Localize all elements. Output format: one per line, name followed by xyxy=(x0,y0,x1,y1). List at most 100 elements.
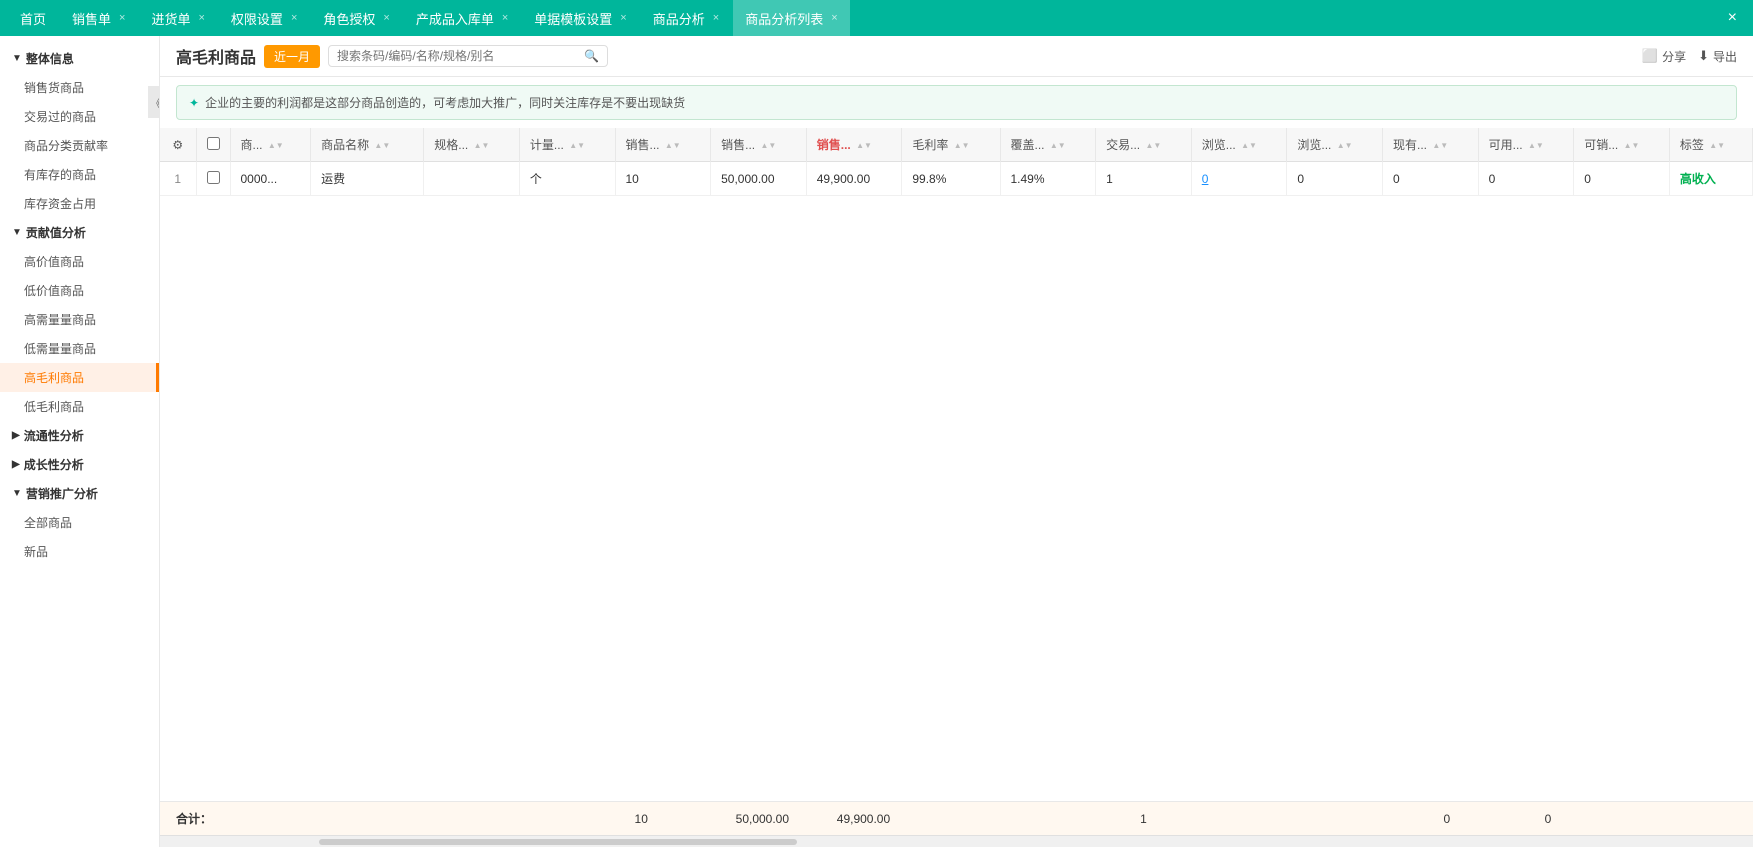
sort-sales-qty-icon[interactable]: ▲▼ xyxy=(665,141,681,150)
sidebar-section-flow[interactable]: ▶ 流通性分析 xyxy=(0,421,159,450)
arrow-overall: ▼ xyxy=(12,53,22,64)
cell-margin-rate: 99.8% xyxy=(902,162,1000,196)
footer-spacer4 xyxy=(523,812,624,826)
cell-saleable: 0 xyxy=(1574,162,1670,196)
close-sales-order[interactable]: × xyxy=(119,12,125,24)
sidebar-section-profit[interactable]: ▼ 贡献值分析 xyxy=(0,218,159,247)
sidebar-item-new-goods[interactable]: 新品 xyxy=(0,537,159,566)
cell-available: 0 xyxy=(1478,162,1574,196)
scrollbar-thumb[interactable] xyxy=(319,839,797,845)
sort-trade-icon[interactable]: ▲▼ xyxy=(1145,141,1161,150)
col-unit[interactable]: 计量... ▲▼ xyxy=(519,128,615,162)
sort-spec-icon[interactable]: ▲▼ xyxy=(474,141,490,150)
close-role-auth[interactable]: × xyxy=(383,12,389,24)
col-code[interactable]: 商... ▲▼ xyxy=(230,128,311,162)
info-icon: ✦ xyxy=(189,96,199,110)
export-button[interactable]: ⬇ 导出 xyxy=(1698,48,1737,65)
sidebar-collapse-btn[interactable]: 《 xyxy=(148,86,160,118)
nav-role-auth[interactable]: 角色授权 × xyxy=(311,0,401,36)
sidebar-item-goods-contribution[interactable]: 商品分类贡献率 xyxy=(0,131,159,160)
close-finished-goods[interactable]: × xyxy=(502,12,508,24)
share-button[interactable]: ⬜ 分享 xyxy=(1642,48,1686,65)
col-saleable[interactable]: 可销... ▲▼ xyxy=(1574,128,1670,162)
col-current-stock[interactable]: 现有... ▲▼ xyxy=(1383,128,1479,162)
col-name[interactable]: 商品名称 ▲▼ xyxy=(311,128,424,162)
cell-sales-profit: 49,900.00 xyxy=(806,162,902,196)
col-browse2[interactable]: 浏览... ▲▼ xyxy=(1287,128,1383,162)
col-trade[interactable]: 交易... ▲▼ xyxy=(1096,128,1192,162)
nav-sales-order[interactable]: 销售单 × xyxy=(60,0,137,36)
close-permission-settings[interactable]: × xyxy=(291,12,297,24)
sidebar-item-low-margin[interactable]: 低毛利商品 xyxy=(0,392,159,421)
period-button[interactable]: 近一月 xyxy=(264,45,320,68)
sidebar-item-sales-goods[interactable]: 销售货商品 xyxy=(0,73,159,102)
sidebar-item-high-margin[interactable]: 高毛利商品 xyxy=(0,363,159,392)
footer-spacer1 xyxy=(220,812,321,826)
table-container: ⚙ 商... ▲▼ 商品名称 ▲▼ 规格... xyxy=(160,128,1753,801)
cell-check[interactable] xyxy=(196,162,230,196)
cell-name: 运费 xyxy=(311,162,424,196)
sort-saleable-icon[interactable]: ▲▼ xyxy=(1624,141,1640,150)
sidebar-item-all-goods[interactable]: 全部商品 xyxy=(0,508,159,537)
sidebar-section-marketing[interactable]: ▼ 营销推广分析 xyxy=(0,479,159,508)
col-margin-rate[interactable]: 毛利率 ▲▼ xyxy=(902,128,1000,162)
col-sales-qty[interactable]: 销售... ▲▼ xyxy=(615,128,711,162)
col-sales-amount[interactable]: 销售... ▲▼ xyxy=(711,128,807,162)
row-checkbox[interactable] xyxy=(207,171,220,184)
footer-cells: 10 50,000.00 49,900.00 1 0 0 xyxy=(220,812,1737,826)
header-actions: ⬜ 分享 ⬇ 导出 xyxy=(1642,48,1737,65)
sidebar-section-overall[interactable]: ▼ 整体信息 xyxy=(0,44,159,73)
col-browse1[interactable]: 浏览... ▲▼ xyxy=(1191,128,1287,162)
sort-current-stock-icon[interactable]: ▲▼ xyxy=(1432,141,1448,150)
search-icon[interactable]: 🔍 xyxy=(584,49,599,63)
nav-template-settings[interactable]: 单据模板设置 × xyxy=(522,0,638,36)
close-purchase-order[interactable]: × xyxy=(198,12,204,24)
nav-purchase-order[interactable]: 进货单 × xyxy=(139,0,216,36)
sort-name-icon[interactable]: ▲▼ xyxy=(374,141,390,150)
search-box: 🔍 xyxy=(328,45,608,67)
sort-code-icon[interactable]: ▲▼ xyxy=(268,141,284,150)
sort-browse1-icon[interactable]: ▲▼ xyxy=(1241,141,1257,150)
sort-coverage-icon[interactable]: ▲▼ xyxy=(1050,141,1066,150)
sort-browse2-icon[interactable]: ▲▼ xyxy=(1337,141,1353,150)
close-goods-analysis[interactable]: × xyxy=(713,12,719,24)
search-input[interactable] xyxy=(337,49,580,63)
page-title: 高毛利商品 xyxy=(176,44,256,68)
cell-index: 1 xyxy=(160,162,196,196)
sidebar-item-in-stock-goods[interactable]: 有库存的商品 xyxy=(0,160,159,189)
bottom-scrollbar[interactable] xyxy=(160,835,1753,847)
col-spec[interactable]: 规格... ▲▼ xyxy=(424,128,520,162)
sort-unit-icon[interactable]: ▲▼ xyxy=(569,141,585,150)
nav-finished-goods[interactable]: 产成品入库单 × xyxy=(404,0,520,36)
sidebar-item-low-value[interactable]: 低价值商品 xyxy=(0,276,159,305)
col-available[interactable]: 可用... ▲▼ xyxy=(1478,128,1574,162)
sort-margin-rate-icon[interactable]: ▲▼ xyxy=(954,141,970,150)
sort-available-icon[interactable]: ▲▼ xyxy=(1528,141,1544,150)
col-settings[interactable]: ⚙ xyxy=(160,128,196,162)
col-check[interactable] xyxy=(196,128,230,162)
window-close-icon[interactable]: × xyxy=(1720,9,1745,27)
nav-goods-analysis[interactable]: 商品分析 × xyxy=(641,0,731,36)
col-coverage[interactable]: 覆盖... ▲▼ xyxy=(1000,128,1096,162)
close-goods-analysis-list[interactable]: × xyxy=(831,12,837,24)
sort-tag-icon[interactable]: ▲▼ xyxy=(1709,141,1725,150)
close-template-settings[interactable]: × xyxy=(620,12,626,24)
col-sales-profit[interactable]: 销售... ▲▼ xyxy=(806,128,902,162)
sidebar-section-growth[interactable]: ▶ 成长性分析 xyxy=(0,450,159,479)
nav-goods-analysis-list[interactable]: 商品分析列表 × xyxy=(733,0,849,36)
cell-tag: 高收入 xyxy=(1669,162,1752,196)
sort-sales-profit-icon[interactable]: ▲▼ xyxy=(856,141,872,150)
sidebar-item-traded-goods[interactable]: 交易过的商品 xyxy=(0,102,159,131)
nav-home[interactable]: 首页 xyxy=(8,0,58,36)
cell-browse1[interactable]: 0 xyxy=(1191,162,1287,196)
sidebar-item-low-demand[interactable]: 低需量量商品 xyxy=(0,334,159,363)
col-tag[interactable]: 标签 ▲▼ xyxy=(1669,128,1752,162)
arrow-growth: ▶ xyxy=(12,459,20,470)
sidebar: 《 ▼ 整体信息 销售货商品 交易过的商品 商品分类贡献率 有库存的商品 库存资… xyxy=(0,36,160,847)
sidebar-item-stock-funds[interactable]: 库存资金占用 xyxy=(0,189,159,218)
sort-sales-amount-icon[interactable]: ▲▼ xyxy=(760,141,776,150)
sidebar-item-high-value[interactable]: 高价值商品 xyxy=(0,247,159,276)
nav-permission-settings[interactable]: 权限设置 × xyxy=(219,0,309,36)
sidebar-item-high-demand[interactable]: 高需量量商品 xyxy=(0,305,159,334)
select-all-checkbox[interactable] xyxy=(207,137,220,150)
